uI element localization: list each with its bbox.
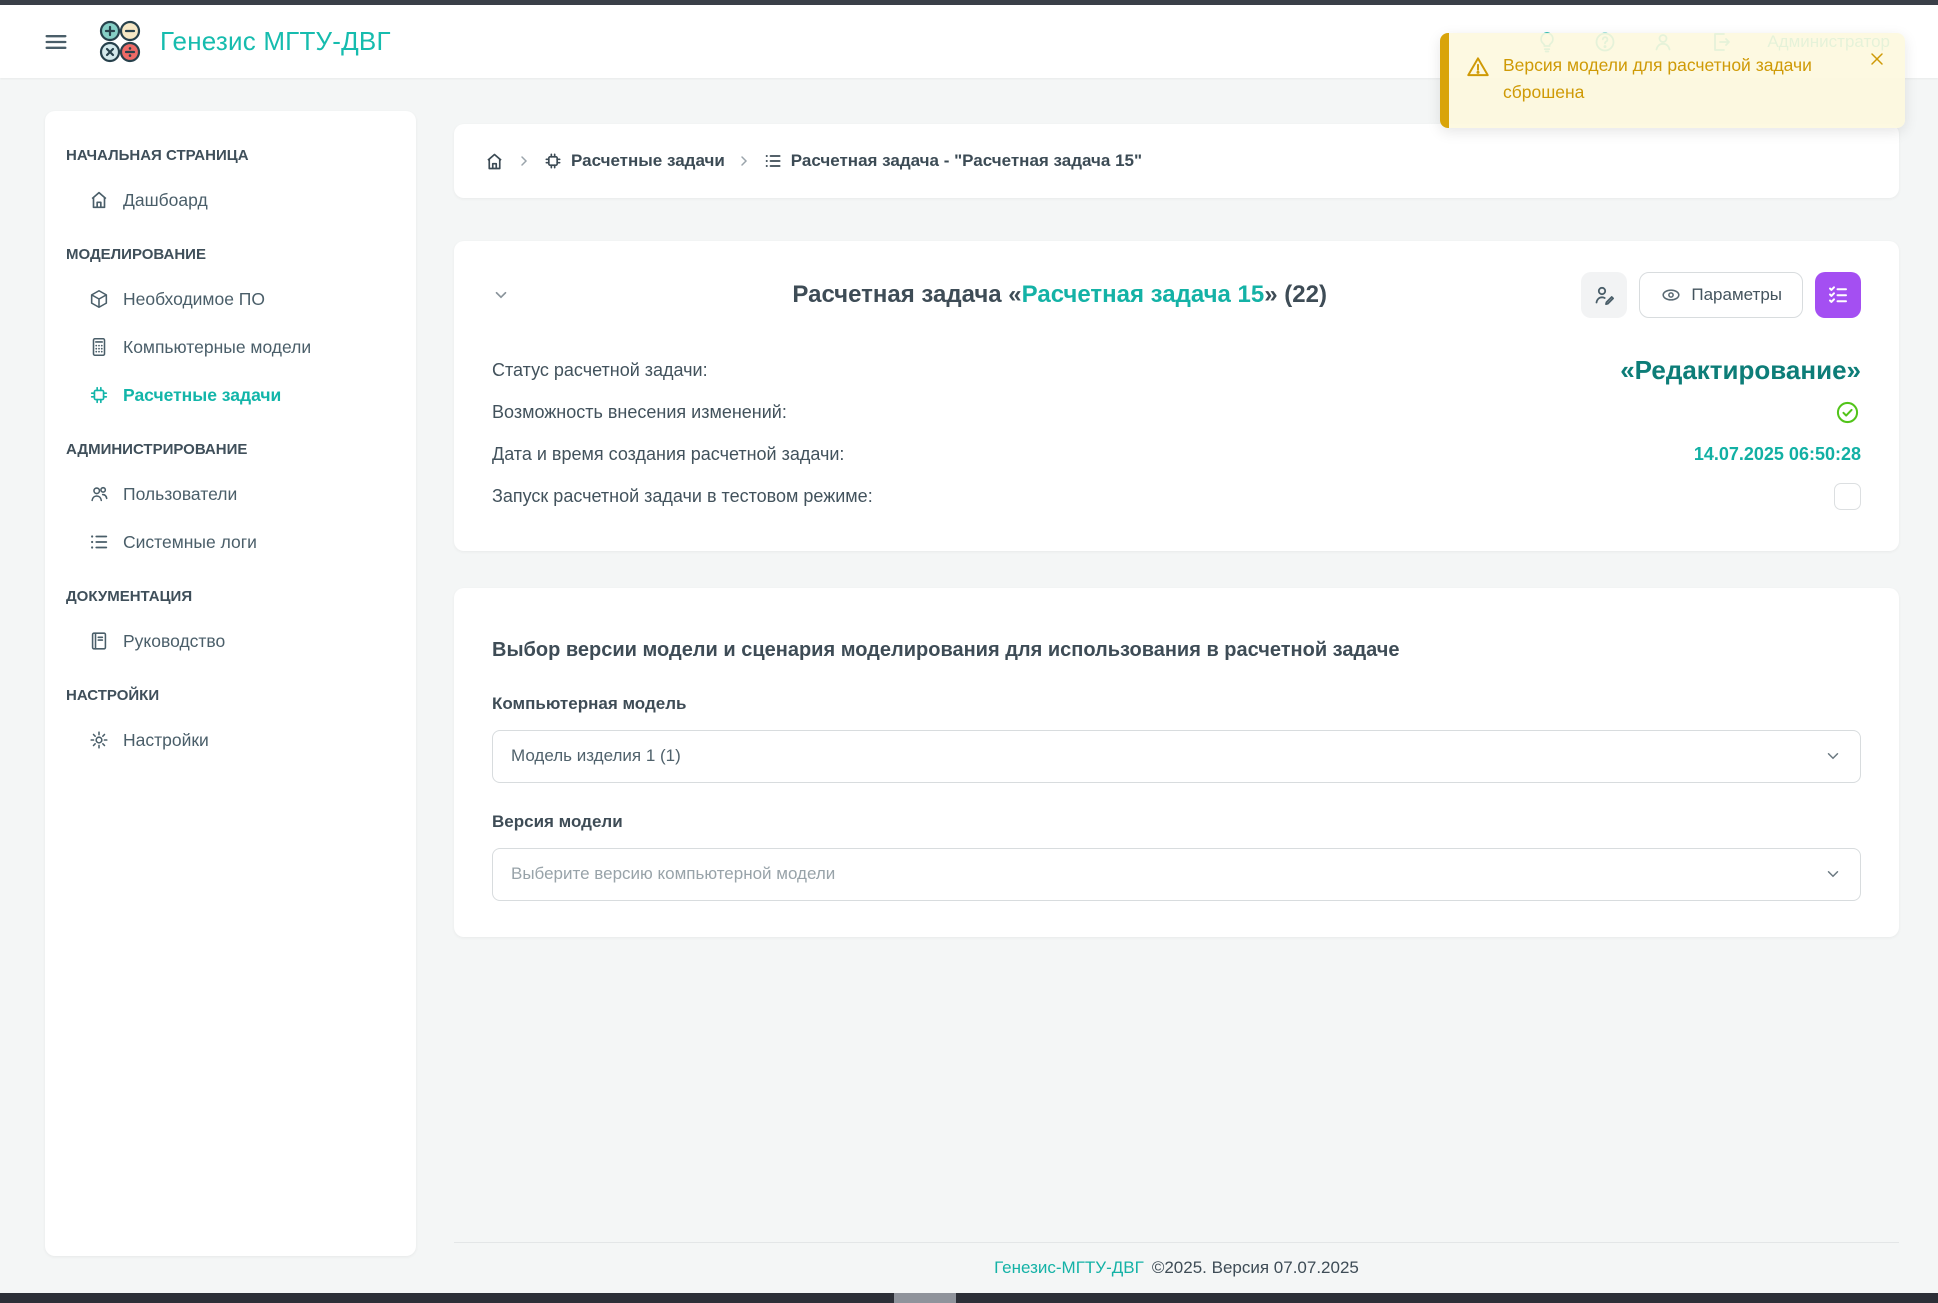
model-selection-card: Выбор версии модели и сценария моделиров… xyxy=(454,588,1899,937)
home-icon xyxy=(88,189,110,211)
breadcrumb-item-label: Расчетная задача - "Расчетная задача 15" xyxy=(790,151,1143,170)
scrollbar-thumb[interactable] xyxy=(894,1293,956,1303)
test-mode-label: Запуск расчетной задачи в тестовом режим… xyxy=(492,485,873,506)
sidebar: НАЧАЛЬНАЯ СТРАНИЦА Дашбоард МОДЕЛИРОВАНИ… xyxy=(45,111,416,1256)
collapse-chevron-icon[interactable] xyxy=(492,286,538,304)
checklist-button[interactable] xyxy=(1815,272,1861,319)
computer-model-label: Компьютерная модель xyxy=(492,693,687,713)
sidebar-item-label: Необходимое ПО xyxy=(123,288,265,309)
calculator-icon xyxy=(88,336,110,358)
sidebar-item-label: Руководство xyxy=(123,630,226,651)
checklist-icon xyxy=(1826,283,1850,307)
sidebar-section-documentation: ДОКУМЕНТАЦИЯ xyxy=(66,588,193,605)
sidebar-item-dashboard[interactable]: Дашбоард xyxy=(45,176,416,224)
sidebar-item-label: Системные логи xyxy=(123,531,257,552)
chevron-down-icon xyxy=(1824,865,1842,883)
sidebar-item-settings[interactable]: Настройки xyxy=(45,716,416,764)
sidebar-item-users[interactable]: Пользователи xyxy=(45,470,416,518)
computer-model-selected-value: Модель изделия 1 (1) xyxy=(511,746,681,766)
toast-close-icon[interactable] xyxy=(1865,47,1889,71)
hamburger-menu-button[interactable] xyxy=(36,22,76,62)
breadcrumb-home-icon[interactable] xyxy=(484,151,505,172)
gear-icon xyxy=(88,729,110,751)
footer-version-text: ©2025. Версия 07.07.2025 xyxy=(1151,1258,1359,1277)
chip-icon xyxy=(543,151,563,171)
assign-user-button[interactable] xyxy=(1581,272,1628,319)
check-circle-icon xyxy=(1834,399,1861,426)
page-title-suffix: » (22) xyxy=(1264,281,1327,309)
sidebar-item-label: Компьютерные модели xyxy=(123,336,312,357)
editable-label: Возможность внесения изменений: xyxy=(492,401,787,422)
bottom-scrollbar[interactable] xyxy=(0,1293,1938,1303)
book-icon xyxy=(88,630,110,652)
user-edit-icon xyxy=(1592,283,1616,307)
log-list-icon xyxy=(763,151,783,171)
chevron-right-icon xyxy=(736,153,752,169)
parameters-button-label: Параметры xyxy=(1691,285,1782,305)
sidebar-section-modeling: МОДЕЛИРОВАНИЕ xyxy=(66,246,206,263)
sidebar-section-administration: АДМИНИСТРИРОВАНИЕ xyxy=(66,441,248,458)
model-version-label: Версия модели xyxy=(492,811,623,831)
created-value: 14.07.2025 06:50:28 xyxy=(1693,443,1861,464)
main-content: Расчетные задачи Расчетная задача - "Рас… xyxy=(454,78,1899,1293)
sidebar-item-system-logs[interactable]: Системные логи xyxy=(45,518,416,566)
sidebar-section-settings: НАСТРОЙКИ xyxy=(66,687,160,704)
sidebar-item-computational-tasks[interactable]: Расчетные задачи xyxy=(45,371,416,419)
sidebar-item-label: Расчетные задачи xyxy=(123,384,282,405)
page-layout: НАЧАЛЬНАЯ СТРАНИЦА Дашбоард МОДЕЛИРОВАНИ… xyxy=(0,78,1938,1293)
page-footer: Генезис-МГТУ-ДВГ ©2025. Версия 07.07.202… xyxy=(454,1242,1899,1293)
sidebar-item-computer-models[interactable]: Компьютерные модели xyxy=(45,323,416,371)
log-list-icon xyxy=(88,531,110,553)
app-title: Генезис МГТУ-ДВГ xyxy=(160,26,391,56)
breadcrumb-item-current-task[interactable]: Расчетная задача - "Расчетная задача 15" xyxy=(763,151,1142,171)
sidebar-item-manual[interactable]: Руководство xyxy=(45,617,416,665)
breadcrumb-item-tasks[interactable]: Расчетные задачи xyxy=(543,151,725,171)
page-title-task-name: Расчетная задача 15 xyxy=(1021,281,1265,309)
model-version-select[interactable]: Выберите версию компьютерной модели xyxy=(492,847,1861,901)
footer-brand-link[interactable]: Генезис-МГТУ-ДВГ xyxy=(994,1258,1144,1278)
chevron-down-icon xyxy=(1824,747,1842,765)
editable-row: Возможность внесения изменений: xyxy=(492,391,1861,433)
created-row: Дата и время создания расчетной задачи: … xyxy=(492,433,1861,475)
users-icon xyxy=(88,483,110,505)
created-label: Дата и время создания расчетной задачи: xyxy=(492,443,845,464)
warning-triangle-icon xyxy=(1465,54,1491,80)
task-summary-card: Расчетная задача «Расчетная задача 15» (… xyxy=(454,241,1899,552)
sidebar-item-label: Пользователи xyxy=(123,483,238,504)
status-label: Статус расчетной задачи: xyxy=(492,359,708,380)
parameters-button[interactable]: Параметры xyxy=(1639,272,1803,319)
sidebar-item-label: Дашбоард xyxy=(123,189,208,210)
eye-icon xyxy=(1660,284,1682,306)
sidebar-item-required-software[interactable]: Необходимое ПО xyxy=(45,275,416,323)
page-title: Расчетная задача «Расчетная задача 15» (… xyxy=(538,281,1581,309)
toast-message: Версия модели для расчетной задачи сброш… xyxy=(1503,55,1812,103)
sidebar-section-home: НАЧАЛЬНАЯ СТРАНИЦА xyxy=(66,147,249,164)
page-title-prefix: Расчетная задача « xyxy=(792,281,1022,309)
warning-toast: Версия модели для расчетной задачи сброш… xyxy=(1440,33,1905,128)
computer-model-select[interactable]: Модель изделия 1 (1) xyxy=(492,729,1861,783)
model-selection-heading: Выбор версии модели и сценария моделиров… xyxy=(492,638,1400,661)
app-logo-icon xyxy=(96,19,146,65)
task-title-row: Расчетная задача «Расчетная задача 15» (… xyxy=(492,265,1861,325)
task-action-buttons: Параметры xyxy=(1581,272,1861,319)
breadcrumb-item-label: Расчетные задачи xyxy=(571,151,725,170)
status-value: «Редактирование» xyxy=(1620,354,1861,385)
chevron-right-icon xyxy=(516,153,532,169)
chip-icon xyxy=(88,384,110,406)
status-row: Статус расчетной задачи: «Редактирование… xyxy=(492,349,1861,391)
breadcrumb: Расчетные задачи Расчетная задача - "Рас… xyxy=(454,124,1899,198)
test-mode-row: Запуск расчетной задачи в тестовом режим… xyxy=(492,475,1861,517)
sidebar-item-label: Настройки xyxy=(123,729,209,750)
test-mode-checkbox[interactable] xyxy=(1834,482,1861,510)
model-version-placeholder: Выберите версию компьютерной модели xyxy=(511,864,836,884)
cube-icon xyxy=(88,288,110,310)
